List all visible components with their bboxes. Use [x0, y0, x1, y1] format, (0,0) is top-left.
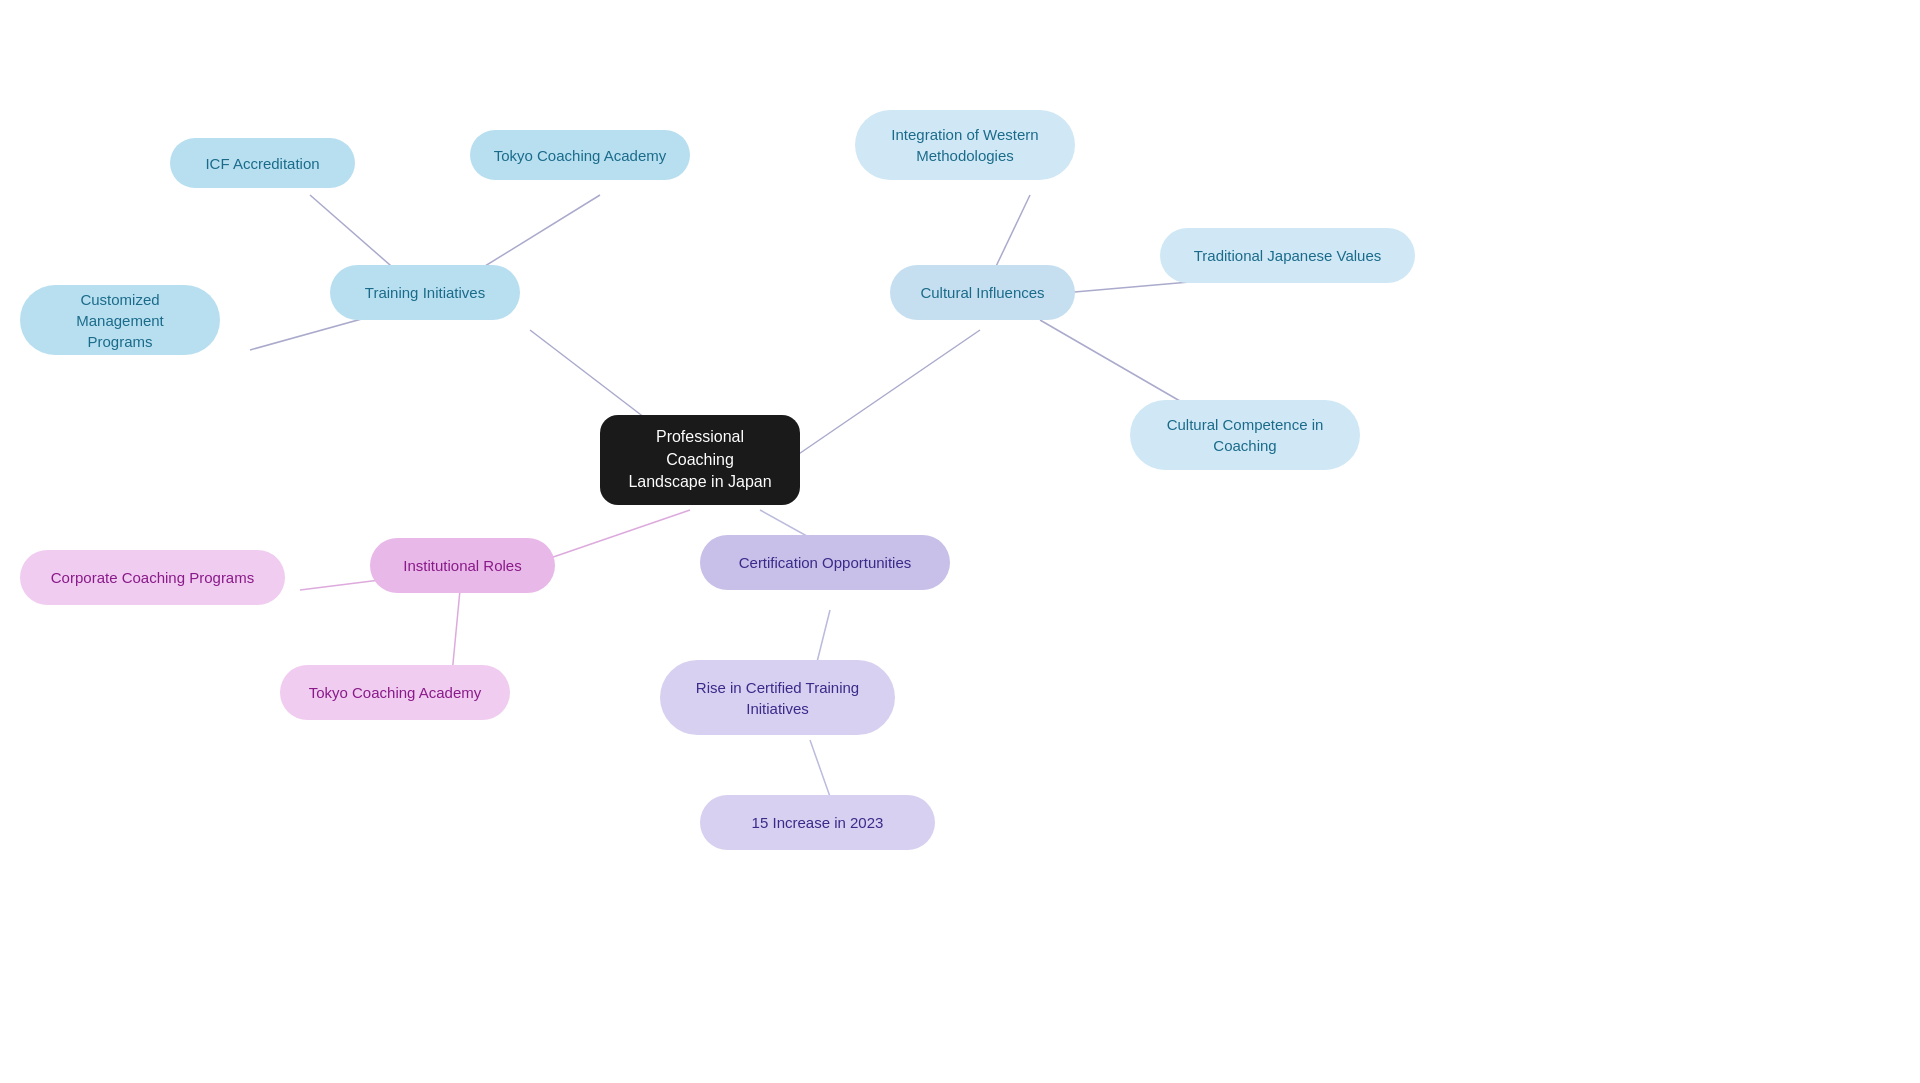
training-initiatives-node: Training Initiatives — [330, 265, 520, 320]
icf-accreditation-node: ICF Accreditation — [170, 138, 355, 188]
customized-management-node: Customized Management Programs — [20, 285, 220, 355]
training-initiatives-label: Training Initiatives — [365, 282, 485, 303]
increase-2023-node: 15 Increase in 2023 — [700, 795, 935, 850]
tokyo-academy-top-label: Tokyo Coaching Academy — [494, 145, 667, 166]
corporate-coaching-label: Corporate Coaching Programs — [51, 567, 254, 588]
certification-opportunities-label: Certification Opportunities — [739, 552, 912, 573]
institutional-roles-node: Institutional Roles — [370, 538, 555, 593]
icf-accreditation-label: ICF Accreditation — [205, 153, 319, 174]
svg-line-8 — [530, 510, 690, 565]
cultural-competence-label: Cultural Competence in Coaching — [1167, 414, 1324, 456]
tokyo-academy-top-node: Tokyo Coaching Academy — [470, 130, 690, 180]
cultural-competence-node: Cultural Competence in Coaching — [1130, 400, 1360, 470]
center-label: Professional Coaching Landscape in Japan — [622, 426, 778, 493]
rise-certified-node: Rise in Certified Training Initiatives — [660, 660, 895, 735]
traditional-japanese-node: Traditional Japanese Values — [1160, 228, 1415, 283]
integration-western-label: Integration of Western Methodologies — [891, 124, 1038, 166]
cultural-influences-node: Cultural Influences — [890, 265, 1075, 320]
center-node: Professional Coaching Landscape in Japan — [600, 415, 800, 505]
traditional-japanese-label: Traditional Japanese Values — [1194, 245, 1382, 266]
customized-management-label: Customized Management Programs — [42, 289, 198, 352]
cultural-influences-label: Cultural Influences — [920, 282, 1044, 303]
tokyo-academy-bottom-label: Tokyo Coaching Academy — [309, 682, 482, 703]
institutional-roles-label: Institutional Roles — [403, 555, 521, 576]
svg-line-4 — [790, 330, 980, 460]
tokyo-academy-bottom-node: Tokyo Coaching Academy — [280, 665, 510, 720]
certification-opportunities-node: Certification Opportunities — [700, 535, 950, 590]
corporate-coaching-node: Corporate Coaching Programs — [20, 550, 285, 605]
increase-2023-label: 15 Increase in 2023 — [752, 812, 884, 833]
integration-western-node: Integration of Western Methodologies — [855, 110, 1075, 180]
rise-certified-label: Rise in Certified Training Initiatives — [696, 677, 859, 719]
